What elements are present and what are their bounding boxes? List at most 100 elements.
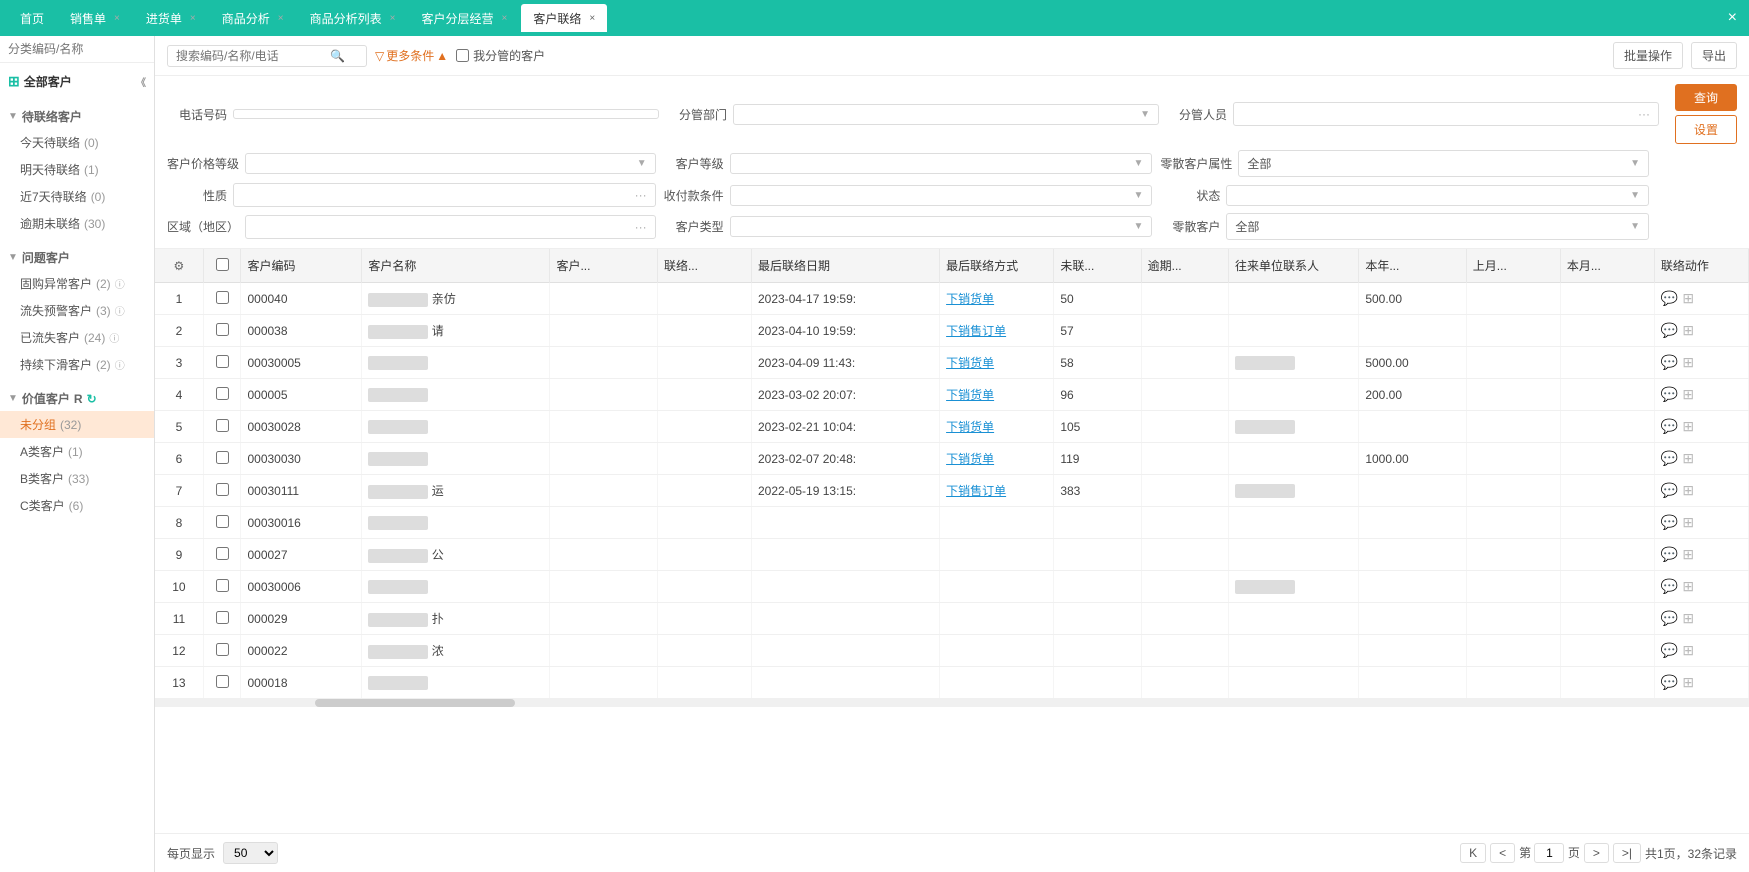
filter-search-box[interactable]: 🔍 <box>167 45 367 67</box>
customer-type-select[interactable]: ▼ <box>730 216 1153 237</box>
th-person[interactable]: 往来单位联系人 <box>1228 249 1358 283</box>
sidebar-item-tomorrow[interactable]: 明天待联络 (1) <box>0 156 154 183</box>
cell-cb-8[interactable] <box>203 539 241 571</box>
cell-cb-5[interactable] <box>203 443 241 475</box>
sidebar-collapse-icon[interactable]: 《 <box>136 74 146 89</box>
cell-action-12[interactable]: 💬 ⊞ <box>1654 667 1748 699</box>
th-type[interactable]: 客户... <box>550 249 657 283</box>
grid-action-icon-10[interactable]: ⊞ <box>1682 610 1694 627</box>
cell-cb-10[interactable] <box>203 603 241 635</box>
retail-customer-select[interactable]: 全部 ▼ <box>1226 213 1649 240</box>
my-customers-checkbox[interactable] <box>456 49 469 62</box>
cell-action-7[interactable]: 💬 ⊞ <box>1654 507 1748 539</box>
th-this-year[interactable]: 本年... <box>1359 249 1466 283</box>
settings-icon[interactable]: ⚙ <box>174 259 185 273</box>
cell-action-0[interactable]: 💬 ⊞ <box>1654 283 1748 315</box>
cell-cb-11[interactable] <box>203 635 241 667</box>
pending-group-label[interactable]: ▼ 待联络客户 <box>0 104 154 129</box>
cell-cb-4[interactable] <box>203 411 241 443</box>
chat-icon-11[interactable]: 💬 <box>1661 642 1678 659</box>
tab-customer-contact[interactable]: 客户联络 × <box>521 4 607 32</box>
reset-button[interactable]: 设置 <box>1675 115 1737 144</box>
cell-cb-6[interactable] <box>203 475 241 507</box>
chat-icon-7[interactable]: 💬 <box>1661 514 1678 531</box>
dept-select[interactable]: ▼ <box>733 104 1159 125</box>
sidebar-item-churned[interactable]: 已流失客户 (24) ⓘ <box>0 324 154 351</box>
th-settings[interactable]: ⚙ <box>155 249 203 283</box>
close-tab-product-analysis-icon[interactable]: × <box>278 13 284 24</box>
close-tab-customer-contact-icon[interactable]: × <box>589 13 595 24</box>
cell-cb-3[interactable] <box>203 379 241 411</box>
th-name[interactable]: 客户名称 <box>362 249 550 283</box>
cell-method-4[interactable]: 下销货单 <box>940 411 1054 443</box>
sidebar-search-box[interactable]: 🔍 <box>0 36 154 63</box>
cell-method-2[interactable]: 下销货单 <box>940 347 1054 379</box>
grid-action-icon-3[interactable]: ⊞ <box>1682 386 1694 403</box>
sidebar-item-b-class[interactable]: B类客户 (33) <box>0 465 154 492</box>
chat-icon-0[interactable]: 💬 <box>1661 290 1678 307</box>
chat-icon-3[interactable]: 💬 <box>1661 386 1678 403</box>
cell-method-0[interactable]: 下销货单 <box>940 283 1054 315</box>
sidebar-item-c-class[interactable]: C类客户 (6) <box>0 492 154 519</box>
nature-select[interactable]: ··· <box>233 183 656 207</box>
all-customers-header[interactable]: ⊞ 全部客户 《 <box>0 67 154 96</box>
close-tab-customer-tier-icon[interactable]: × <box>501 13 507 24</box>
cell-method-3[interactable]: 下销货单 <box>940 379 1054 411</box>
grid-action-icon-2[interactable]: ⊞ <box>1682 354 1694 371</box>
grid-action-icon-8[interactable]: ⊞ <box>1682 546 1694 563</box>
grid-action-icon-6[interactable]: ⊞ <box>1682 482 1694 499</box>
th-last-month[interactable]: 上月... <box>1466 249 1560 283</box>
sidebar-item-churn-warning[interactable]: 流失预警客户 (3) ⓘ <box>0 297 154 324</box>
tab-product-list[interactable]: 商品分析列表 × <box>298 4 408 32</box>
cell-cb-0[interactable] <box>203 283 241 315</box>
payment-select[interactable]: ▼ <box>730 185 1153 206</box>
grid-action-icon-5[interactable]: ⊞ <box>1682 450 1694 467</box>
cell-action-10[interactable]: 💬 ⊞ <box>1654 603 1748 635</box>
retail-attr-select[interactable]: 全部 ▼ <box>1238 150 1649 177</box>
cell-action-6[interactable]: 💬 ⊞ <box>1654 475 1748 507</box>
cell-cb-1[interactable] <box>203 315 241 347</box>
th-contact[interactable]: 联络... <box>657 249 751 283</box>
th-no-contact[interactable]: 未联... <box>1054 249 1141 283</box>
grid-action-icon-0[interactable]: ⊞ <box>1682 290 1694 307</box>
region-select[interactable]: ··· <box>245 215 656 239</box>
cell-action-2[interactable]: 💬 ⊞ <box>1654 347 1748 379</box>
tab-product-analysis[interactable]: 商品分析 × <box>210 4 296 32</box>
export-button[interactable]: 导出 <box>1691 42 1737 69</box>
page-size-select[interactable]: 50 100 200 <box>223 842 278 864</box>
cell-action-4[interactable]: 💬 ⊞ <box>1654 411 1748 443</box>
chat-icon-9[interactable]: 💬 <box>1661 578 1678 595</box>
problem-group-label[interactable]: ▼ 问题客户 <box>0 245 154 270</box>
query-button[interactable]: 查询 <box>1675 84 1737 111</box>
close-tab-sales-icon[interactable]: × <box>114 13 120 24</box>
cell-method-6[interactable]: 下销售订单 <box>940 475 1054 507</box>
horizontal-scrollbar[interactable] <box>155 699 1749 707</box>
next-page-button[interactable]: > <box>1584 843 1609 863</box>
filter-search-icon[interactable]: 🔍 <box>330 49 345 63</box>
last-page-button[interactable]: >| <box>1613 843 1641 863</box>
cell-cb-2[interactable] <box>203 347 241 379</box>
sidebar-item-fixed-abnormal[interactable]: 固购异常客户 (2) ⓘ <box>0 270 154 297</box>
person-input[interactable]: ··· <box>1233 102 1659 126</box>
first-page-button[interactable]: K <box>1460 843 1486 863</box>
customer-level-select[interactable]: ▼ <box>730 153 1153 174</box>
grid-action-icon-7[interactable]: ⊞ <box>1682 514 1694 531</box>
cell-method-1[interactable]: 下销售订单 <box>940 315 1054 347</box>
th-this-month[interactable]: 本月... <box>1560 249 1654 283</box>
close-tab-purchase-icon[interactable]: × <box>190 13 196 24</box>
status-select[interactable]: ▼ <box>1226 185 1649 206</box>
close-tab-product-list-icon[interactable]: × <box>390 13 396 24</box>
cell-action-5[interactable]: 💬 ⊞ <box>1654 443 1748 475</box>
select-all-checkbox[interactable] <box>216 258 229 271</box>
sidebar-item-a-class[interactable]: A类客户 (1) <box>0 438 154 465</box>
my-customers-filter[interactable]: 我分管的客户 <box>456 47 545 64</box>
chat-icon-4[interactable]: 💬 <box>1661 418 1678 435</box>
chat-icon-1[interactable]: 💬 <box>1661 322 1678 339</box>
sidebar-item-today[interactable]: 今天待联络 (0) <box>0 129 154 156</box>
sidebar-item-declining[interactable]: 持续下滑客户 (2) ⓘ <box>0 351 154 378</box>
th-checkbox[interactable] <box>203 249 241 283</box>
cell-cb-7[interactable] <box>203 507 241 539</box>
chat-icon-12[interactable]: 💬 <box>1661 674 1678 691</box>
sidebar-item-week[interactable]: 近7天待联络 (0) <box>0 183 154 210</box>
window-close-icon[interactable]: × <box>1724 5 1741 31</box>
